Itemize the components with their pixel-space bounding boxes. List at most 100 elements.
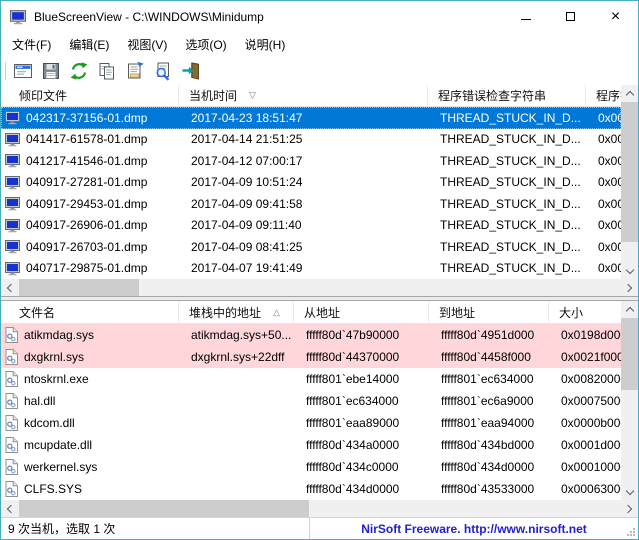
cell-dump-file: 040917-26703-01.dmp	[1, 236, 179, 258]
module-file-name: hal.dll	[24, 394, 55, 408]
scroll-right-button[interactable]	[621, 285, 638, 291]
copy-button[interactable]	[95, 60, 118, 83]
cell-filename: atikmdag.sys	[1, 324, 179, 346]
menu-edit[interactable]: 编辑(E)	[60, 32, 118, 57]
scroll-thumb[interactable]	[621, 318, 638, 390]
cell-from-address: fffff80d`434a0000	[294, 434, 429, 456]
module-row[interactable]: ntoskrnl.exefffff801`ebe14000fffff801`ec…	[1, 368, 621, 390]
crash-row[interactable]: 040917-27281-01.dmp2017-04-09 10:51:24TH…	[1, 172, 621, 194]
column-label: 堆栈中的地址	[189, 304, 261, 321]
minidump-file-icon	[5, 261, 20, 276]
scroll-up-button[interactable]	[621, 301, 638, 318]
chevron-right-icon	[624, 504, 632, 512]
minidump-file-icon	[5, 175, 20, 190]
cell-bug-check-string: THREAD_STUCK_IN_D...	[428, 193, 586, 215]
crash-row[interactable]: 042317-37156-01.dmp2017-04-23 18:51:47TH…	[1, 107, 621, 129]
menu-view[interactable]: 视图(V)	[118, 32, 176, 57]
scroll-right-button[interactable]	[621, 506, 638, 512]
cell-dump-file: 041417-61578-01.dmp	[1, 129, 179, 151]
module-row[interactable]: kdcom.dllfffff801`eaa89000fffff801`eaa94…	[1, 412, 621, 434]
exit-button[interactable]	[179, 60, 202, 83]
close-button[interactable]: ×	[593, 1, 638, 32]
column-header-bug-check-string[interactable]: 程序错误检查字符串	[428, 85, 586, 106]
advanced-options-button[interactable]	[11, 60, 34, 83]
module-list-vscrollbar[interactable]	[621, 301, 638, 500]
cell-crash-time: 2017-04-09 10:51:24	[179, 172, 428, 194]
module-row[interactable]: werkernel.sysfffff80d`434c0000fffff80d`4…	[1, 456, 621, 478]
module-file-name: CLFS.SYS	[24, 482, 82, 496]
status-bar: 9 次当机，选取 1 次 NirSoft Freeware. http://ww…	[1, 517, 638, 539]
menu-help[interactable]: 说明(H)	[236, 32, 295, 57]
status-crash-count: 9 次当机，选取 1 次	[1, 520, 309, 537]
maximize-button[interactable]	[548, 1, 593, 32]
properties-button[interactable]	[123, 60, 146, 83]
module-file-name: kdcom.dll	[24, 416, 75, 430]
crash-row[interactable]: 041217-41546-01.dmp2017-04-12 07:00:17TH…	[1, 150, 621, 172]
scroll-thumb[interactable]	[621, 102, 638, 242]
module-file-icon	[5, 437, 18, 453]
scroll-up-button[interactable]	[621, 85, 638, 102]
crash-list-hscrollbar[interactable]	[1, 279, 638, 296]
column-header-from-address[interactable]: 从地址	[294, 301, 429, 323]
column-header-address-in-stack[interactable]: 堆栈中的地址△	[179, 301, 294, 323]
cell-size: 0x00075000	[549, 390, 621, 412]
cell-crash-time: 2017-04-14 21:51:25	[179, 129, 428, 151]
nirsoft-link[interactable]: NirSoft Freeware. http://www.nirsoft.net	[310, 522, 638, 536]
scroll-down-button[interactable]	[621, 262, 638, 279]
module-file-name: ntoskrnl.exe	[24, 372, 89, 386]
menu-file[interactable]: 文件(F)	[3, 32, 60, 57]
cell-bug-check-code: 0x000	[586, 258, 621, 280]
module-row[interactable]: dxgkrnl.sysdxgkrnl.sys+22dfffffff80d`443…	[1, 346, 621, 368]
cell-from-address: fffff80d`44370000	[294, 346, 429, 368]
scroll-thumb[interactable]	[19, 279, 139, 296]
cell-bug-check-code: 0x000	[586, 150, 621, 172]
close-icon: ×	[611, 9, 620, 25]
column-header-filename[interactable]: 文件名	[1, 301, 179, 323]
scroll-left-button[interactable]	[1, 285, 18, 291]
column-header-size[interactable]: 大小	[549, 301, 621, 323]
scroll-track[interactable]	[621, 318, 638, 483]
crash-row[interactable]: 040917-26906-01.dmp2017-04-09 09:11:40TH…	[1, 215, 621, 237]
column-label: 到地址	[439, 304, 475, 321]
cell-bug-check-code: 0x000	[586, 129, 621, 151]
window-controls: ×	[503, 1, 638, 32]
chevron-left-icon	[7, 283, 15, 291]
crash-row[interactable]: 040717-29875-01.dmp2017-04-07 19:41:49TH…	[1, 258, 621, 280]
crash-row[interactable]: 041417-61578-01.dmp2017-04-14 21:51:25TH…	[1, 129, 621, 151]
column-header-crash-time[interactable]: 当机时间▽	[179, 85, 428, 106]
menu-options[interactable]: 选项(O)	[176, 32, 235, 57]
module-row[interactable]: atikmdag.sysatikmdag.sys+50...fffff80d`4…	[1, 324, 621, 346]
module-row[interactable]: hal.dllfffff801`ec634000fffff801`ec6a900…	[1, 390, 621, 412]
crash-row[interactable]: 040917-29453-01.dmp2017-04-09 09:41:58TH…	[1, 193, 621, 215]
scroll-track[interactable]	[621, 102, 638, 262]
module-row[interactable]: mcupdate.dllfffff80d`434a0000fffff80d`43…	[1, 434, 621, 456]
minimize-button[interactable]	[503, 1, 548, 32]
find-button[interactable]	[151, 60, 174, 83]
cell-from-address: fffff801`ebe14000	[294, 368, 429, 390]
cell-dump-file: 040917-26906-01.dmp	[1, 215, 179, 237]
scroll-track[interactable]	[18, 500, 621, 517]
resize-grip[interactable]	[626, 527, 635, 536]
refresh-button[interactable]	[67, 60, 90, 83]
cell-crash-time: 2017-04-12 07:00:17	[179, 150, 428, 172]
column-header-dump-file[interactable]: 倾印文件	[1, 85, 179, 106]
find-icon	[153, 61, 173, 81]
module-file-icon	[5, 459, 18, 475]
column-label: 程序错误	[596, 87, 621, 104]
cell-address-in-stack	[179, 456, 294, 478]
crash-row[interactable]: 040917-26703-01.dmp2017-04-09 08:41:25TH…	[1, 236, 621, 258]
scroll-left-button[interactable]	[1, 506, 18, 512]
save-button[interactable]	[39, 60, 62, 83]
module-row[interactable]: CLFS.SYSfffff80d`434d0000fffff80d`435330…	[1, 478, 621, 500]
scroll-thumb[interactable]	[19, 500, 309, 517]
cell-bug-check-code: 0x000	[586, 107, 621, 129]
column-header-bug-check-code[interactable]: 程序错误	[586, 85, 621, 106]
cell-to-address: fffff801`ec6a9000	[429, 390, 549, 412]
column-header-to-address[interactable]: 到地址	[429, 301, 549, 323]
crash-list-vscrollbar[interactable]	[621, 85, 638, 279]
scroll-track[interactable]	[18, 279, 621, 296]
module-list-hscrollbar[interactable]	[1, 500, 638, 517]
module-file-icon	[5, 415, 18, 431]
chevron-down-icon	[625, 265, 633, 273]
scroll-down-button[interactable]	[621, 483, 638, 500]
